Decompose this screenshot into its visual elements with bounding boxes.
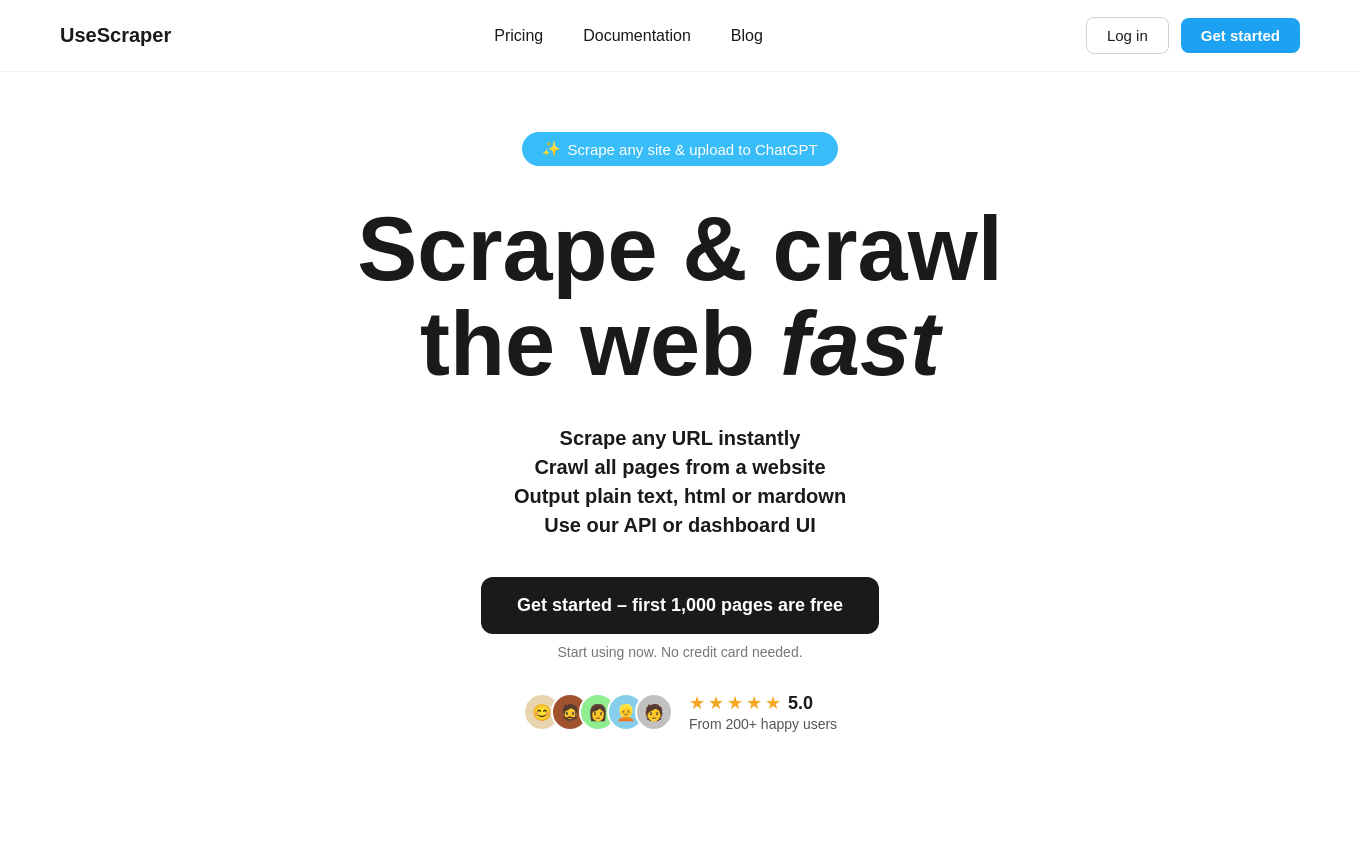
header: UseScraper Pricing Documentation Blog Lo… [0, 0, 1360, 72]
star-5: ★ [765, 692, 781, 714]
badge-text: Scrape any site & upload to ChatGPT [567, 141, 817, 158]
star-2: ★ [708, 692, 724, 714]
star-4: ★ [746, 692, 762, 714]
cta-button[interactable]: Get started – first 1,000 pages are free [481, 577, 879, 634]
nav-pricing[interactable]: Pricing [494, 27, 543, 45]
stars-row: ★ ★ ★ ★ ★ 5.0 [689, 692, 837, 714]
feature-3: Output plain text, html or mardown [514, 485, 846, 508]
rating-score: 5.0 [788, 693, 813, 714]
hero-title-italic: fast [780, 294, 940, 394]
header-actions: Log in Get started [1086, 17, 1300, 54]
nav: Pricing Documentation Blog [494, 27, 763, 45]
hero-section: ✨ Scrape any site & upload to ChatGPT Sc… [0, 72, 1360, 772]
nav-blog[interactable]: Blog [731, 27, 763, 45]
hero-title-line1: Scrape & crawl [357, 199, 1002, 299]
login-button[interactable]: Log in [1086, 17, 1169, 54]
rating-text: From 200+ happy users [689, 716, 837, 732]
cta-subtitle: Start using now. No credit card needed. [557, 644, 802, 660]
hero-badge[interactable]: ✨ Scrape any site & upload to ChatGPT [522, 132, 837, 166]
logo[interactable]: UseScraper [60, 24, 171, 47]
hero-title-line2-normal: the web [420, 294, 780, 394]
get-started-nav-button[interactable]: Get started [1181, 18, 1300, 53]
badge-emoji: ✨ [542, 140, 561, 158]
avatar-5: 🧑 [635, 693, 673, 731]
nav-documentation[interactable]: Documentation [583, 27, 691, 45]
feature-4: Use our API or dashboard UI [514, 514, 846, 537]
feature-2: Crawl all pages from a website [514, 456, 846, 479]
hero-features-list: Scrape any URL instantly Crawl all pages… [514, 427, 846, 537]
avatars-group: 😊 🧔 👩 👱 🧑 [523, 693, 673, 731]
social-proof: 😊 🧔 👩 👱 🧑 ★ ★ ★ ★ ★ 5.0 From 200+ happy … [523, 692, 837, 732]
hero-title: Scrape & crawl the web fast [357, 202, 1002, 391]
star-1: ★ [689, 692, 705, 714]
feature-1: Scrape any URL instantly [514, 427, 846, 450]
star-3: ★ [727, 692, 743, 714]
rating-section: ★ ★ ★ ★ ★ 5.0 From 200+ happy users [689, 692, 837, 732]
